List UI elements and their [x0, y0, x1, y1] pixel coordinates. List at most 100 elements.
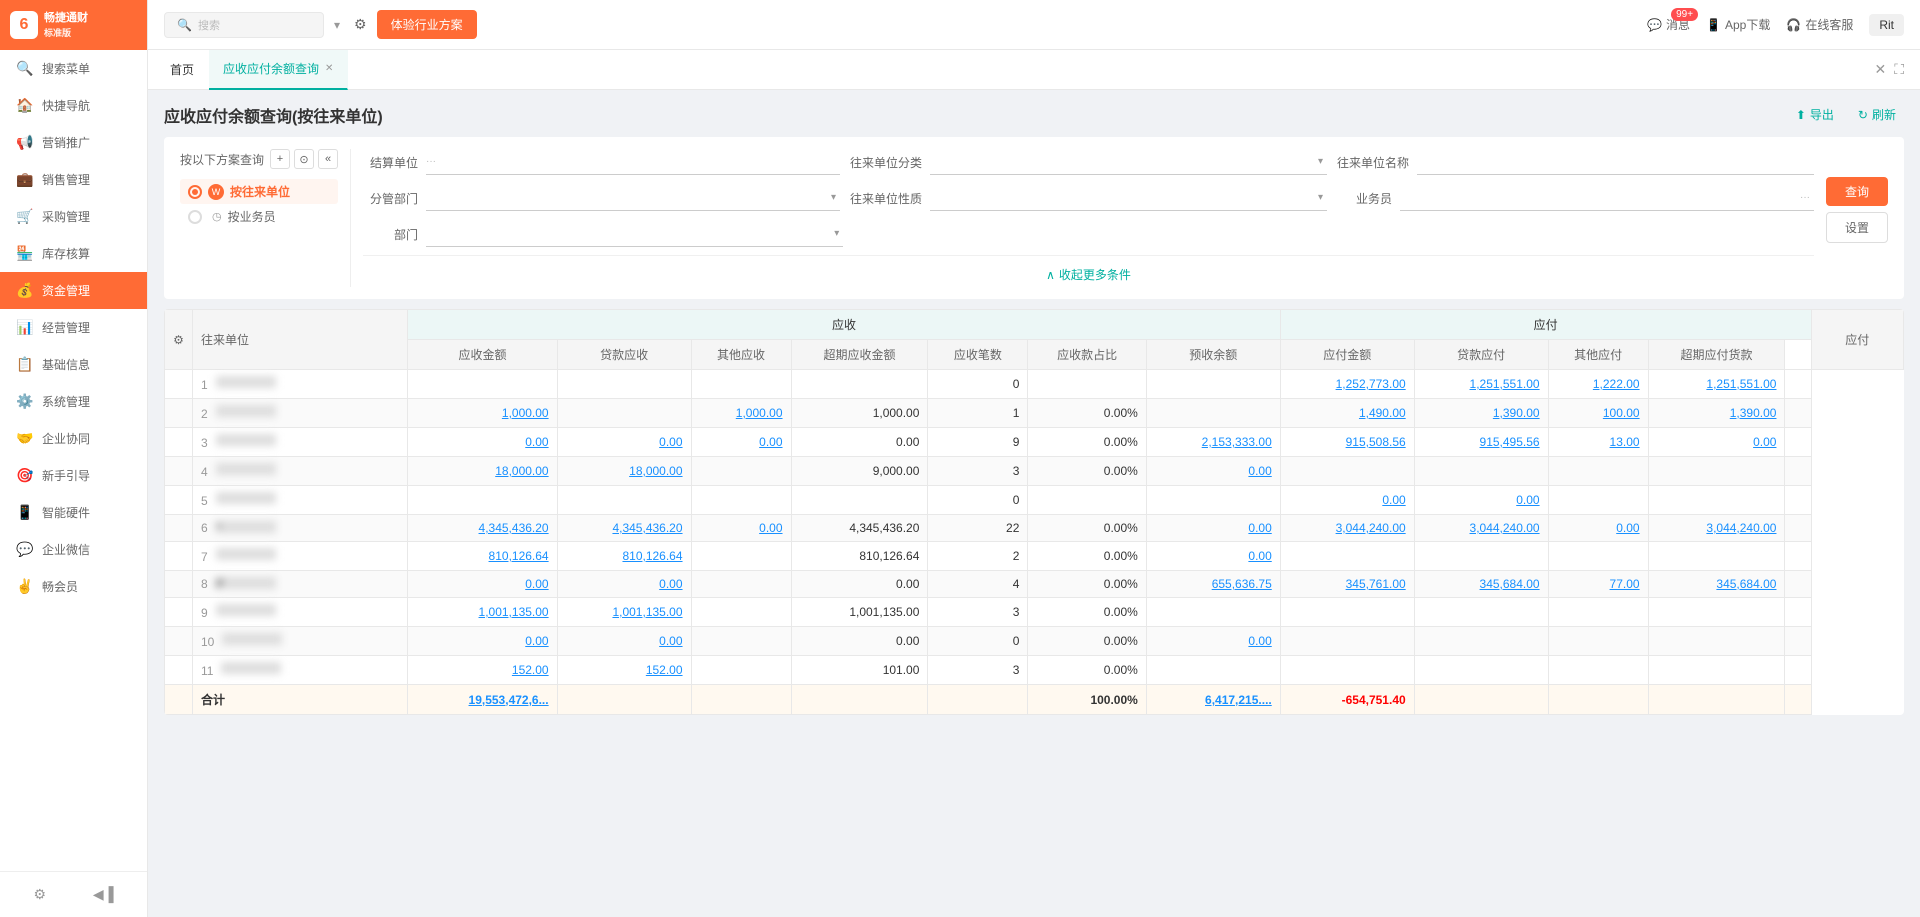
sidebar-item-enterprise[interactable]: 🤝 企业协同 — [0, 420, 147, 457]
sidebar-label-operation: 经营管理 — [42, 319, 90, 336]
th-yf-qt: 其他应付 — [1548, 340, 1648, 370]
th-settings: ⚙ — [165, 310, 193, 370]
header-gear-icon[interactable]: ⚙ — [354, 16, 367, 33]
total-yy-ye[interactable]: 6,417,215.... — [1146, 685, 1280, 715]
sidebar-item-marketing[interactable]: 📢 营销推广 — [0, 124, 147, 161]
header: 🔍 搜索 ▾ ⚙ 体验行业方案 💬 消息 99+ 📱 App下载 🎧 在线客服 … — [148, 0, 1920, 50]
arrow-fenguan: ▾ — [831, 192, 836, 203]
th-yingshou-group: 应收 — [408, 310, 1280, 340]
table-row: 7 810,126.64810,126.64810,126.6420.00%0.… — [165, 542, 1904, 571]
message-icon: 💬 — [1647, 18, 1662, 32]
service-icon: 🎧 — [1786, 18, 1801, 32]
sidebar-bottom: ⚙ ◀▐ — [0, 871, 147, 917]
field-yewuyuan: 业务员 ··· — [1337, 185, 1814, 211]
sidebar-item-operation[interactable]: 📊 经营管理 — [0, 309, 147, 346]
table-row: 3 0.000.000.000.0090.00%2,153,333.00915,… — [165, 428, 1904, 457]
query-submit-button[interactable]: 查询 — [1826, 177, 1888, 206]
input-bumen[interactable]: ▾ — [426, 221, 843, 247]
input-wanglai-fen[interactable]: ▾ — [930, 149, 1327, 175]
sidebar-item-purchase[interactable]: 🛒 采购管理 — [0, 198, 147, 235]
label-wanglai-fen: 往来单位分类 — [850, 154, 922, 171]
header-dropdown-arrow[interactable]: ▾ — [334, 18, 340, 32]
sidebar: 6 畅捷通财 标准版 🔍 搜索菜单 🏠 快捷导航 📢 营销推广 💼 销售管理 🛒… — [0, 0, 148, 917]
radio-wanglai — [188, 185, 202, 199]
header-message[interactable]: 💬 消息 99+ — [1647, 16, 1690, 33]
input-yewuyuan[interactable]: ··· — [1400, 185, 1814, 211]
field-wanglai-xz: 往来单位性质 ▾ — [850, 185, 1327, 211]
sidebar-label-smart: 智能硬件 — [42, 504, 90, 521]
collapse-query-btn[interactable]: « — [318, 149, 338, 169]
label-fenguan: 分管部门 — [363, 190, 418, 207]
sidebar-item-smart[interactable]: 📱 智能硬件 — [0, 494, 147, 531]
search-icon: 🔍 — [177, 18, 192, 32]
table-row: 2 1,000.001,000.001,000.0010.00%1,490.00… — [165, 399, 1904, 428]
settings-query-btn[interactable]: ⊙ — [294, 149, 314, 169]
quick-nav-icon: 🏠 — [16, 97, 34, 114]
guide-icon: 🎯 — [16, 467, 34, 484]
header-online-service[interactable]: 🎧 在线客服 — [1786, 16, 1853, 33]
tab-close-icon[interactable]: ✕ — [325, 63, 333, 74]
sidebar-item-quick-nav[interactable]: 🏠 快捷导航 — [0, 87, 147, 124]
field-fenguan: 分管部门 ▾ — [363, 185, 840, 211]
field-wanglai-fen: 往来单位分类 ▾ — [850, 149, 1327, 175]
sidebar-settings-icon[interactable]: ⚙ — [29, 882, 50, 907]
add-query-btn[interactable]: + — [270, 149, 290, 169]
th-chaoqi-yf: 超期应付货款 — [1648, 340, 1785, 370]
sidebar-label-finance: 资金管理 — [42, 282, 90, 299]
total-ys-je[interactable]: 19,553,472,6... — [408, 685, 557, 715]
sidebar-item-finance[interactable]: 💰 资金管理 — [0, 272, 147, 309]
tab-action-close[interactable]: ✕ — [1874, 61, 1886, 78]
wechat-icon: 💬 — [16, 541, 34, 558]
input-jiesuan[interactable]: ··· — [426, 149, 840, 175]
page-content: 应收应付余额查询(按往来单位) ⬆ 导出 ↻ 刷新 按以下方案查询 — [148, 90, 1920, 917]
sidebar-item-wechat[interactable]: 💬 企业微信 — [0, 531, 147, 568]
sidebar-item-guide[interactable]: 🎯 新手引导 — [0, 457, 147, 494]
header-user[interactable]: Rit — [1869, 14, 1904, 36]
marketing-icon: 📢 — [16, 134, 34, 151]
logo-brand: 畅捷通财 — [44, 11, 88, 25]
field-bumen: 部门 ▾ — [363, 221, 843, 247]
query-panel: 按以下方案查询 + ⊙ « W 按往来单位 ◷ — [164, 137, 1904, 299]
operation-icon: 📊 — [16, 319, 34, 336]
arrow-wanglai-fen: ▾ — [1318, 156, 1323, 167]
field-wanglai-mc: 往来单位名称 — [1337, 149, 1814, 175]
query-option-yewuyuan[interactable]: ◷ 按业务员 — [180, 204, 338, 229]
export-button[interactable]: ⬆ 导出 — [1788, 102, 1842, 127]
query-option-wanglai[interactable]: W 按往来单位 — [180, 179, 338, 204]
label-yewuyuan: 业务员 — [1337, 190, 1392, 207]
table-total-row: 合计 19,553,472,6... 100.00% 6,417,215....… — [165, 685, 1904, 715]
header-app-download[interactable]: 📱 App下载 — [1706, 16, 1770, 33]
sidebar-item-inventory[interactable]: 🏪 库存核算 — [0, 235, 147, 272]
label-bumen: 部门 — [363, 226, 418, 243]
sales-icon: 💼 — [16, 171, 34, 188]
sidebar-item-system[interactable]: ⚙️ 系统管理 — [0, 383, 147, 420]
app-label: App下载 — [1725, 16, 1770, 33]
refresh-button[interactable]: ↻ 刷新 — [1850, 102, 1904, 127]
sidebar-item-search-menu[interactable]: 🔍 搜索菜单 — [0, 50, 147, 87]
input-wanglai-mc[interactable] — [1417, 149, 1814, 175]
table-row: 11 152.00152.00101.0030.00% — [165, 656, 1904, 685]
label-wanglai-mc: 往来单位名称 — [1337, 154, 1409, 171]
header-search[interactable]: 🔍 搜索 — [164, 12, 324, 38]
data-table-container: ⚙ 往来单位 应收 应付 应付 应收金额 贷款应收 其他应收 超期应收金额 应收… — [164, 309, 1904, 715]
total-zb: 100.00% — [1028, 685, 1146, 715]
tab-action-expand[interactable]: ⛶ — [1894, 61, 1904, 78]
collapse-conditions-btn[interactable]: ∧ 收起更多条件 — [1042, 262, 1135, 287]
sidebar-item-member[interactable]: ✌️ 畅会员 — [0, 568, 147, 605]
tab-ar-ap[interactable]: 应收应付余额查询 ✕ — [209, 50, 348, 90]
total-label: 合计 — [193, 685, 408, 715]
settings-button[interactable]: 设置 — [1826, 212, 1888, 243]
logo-icon: 6 — [10, 11, 38, 39]
sidebar-collapse-icon[interactable]: ◀▐ — [89, 882, 118, 907]
finance-icon: 💰 — [16, 282, 34, 299]
tab-home[interactable]: 首页 — [156, 50, 209, 90]
main-content: 首页 应收应付余额查询 ✕ ✕ ⛶ 应收应付余额查询(按往来单位) ⬆ 导出 ↻… — [148, 50, 1920, 917]
input-fenguan[interactable]: ▾ — [426, 185, 840, 211]
sidebar-item-sales[interactable]: 💼 销售管理 — [0, 161, 147, 198]
table-scroll-area[interactable]: ⚙ 往来单位 应收 应付 应付 应收金额 贷款应收 其他应收 超期应收金额 应收… — [164, 309, 1904, 715]
input-wanglai-xz[interactable]: ▾ — [930, 185, 1327, 211]
label-jiesuan: 结算单位 — [363, 154, 418, 171]
member-icon: ✌️ — [16, 578, 34, 595]
sidebar-item-basic[interactable]: 📋 基础信息 — [0, 346, 147, 383]
trial-button[interactable]: 体验行业方案 — [377, 10, 477, 39]
